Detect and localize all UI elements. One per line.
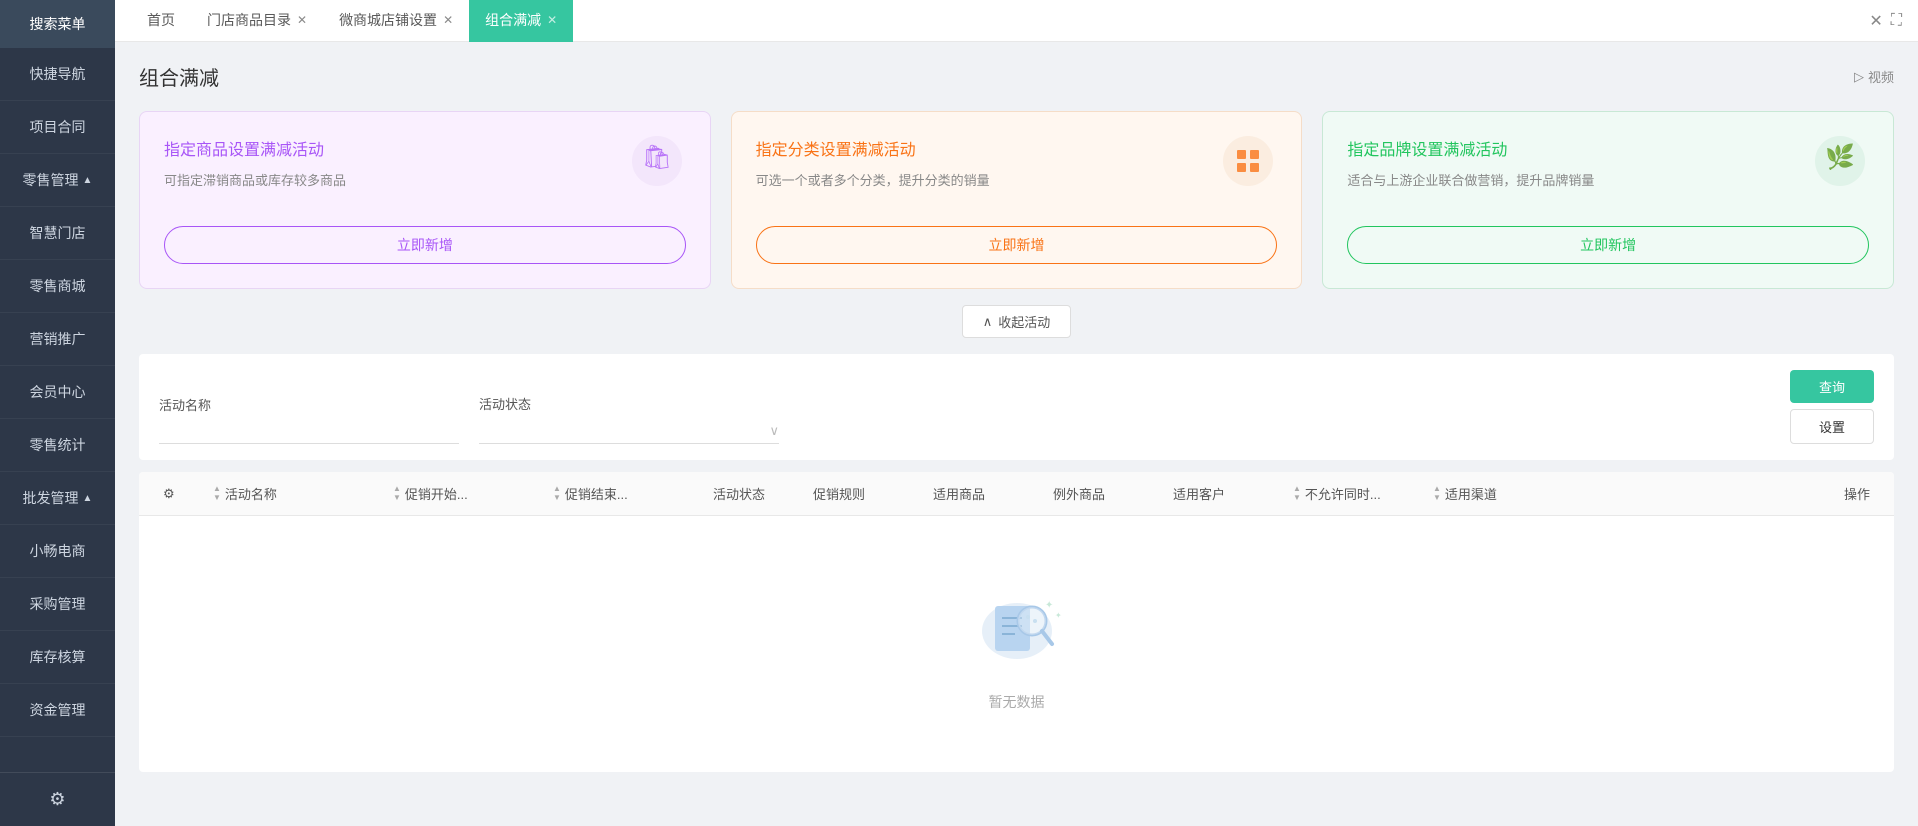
wholesale-mgmt-arrow: ▲ bbox=[83, 493, 93, 504]
table-settings-icon: ⚙ bbox=[163, 486, 175, 502]
category-card-desc: 可选一个或者多个分类，提升分类的销量 bbox=[756, 170, 1278, 206]
close-window-button[interactable]: ✕ bbox=[1869, 11, 1882, 31]
goods-promo-card: 指定商品设置满减活动 可指定滞销商品或库存较多商品 🛍 立即新增 bbox=[139, 111, 711, 289]
goods-card-add-button[interactable]: 立即新增 bbox=[164, 226, 686, 264]
sidebar-item-wholesale-mgmt[interactable]: 批发管理 ▲ bbox=[0, 472, 115, 525]
settings-icon[interactable]: ⚙ bbox=[49, 789, 65, 809]
activity-status-label: 活动状态 bbox=[479, 394, 779, 413]
sort-arrows-start[interactable]: ▲▼ bbox=[393, 485, 401, 502]
th-name: ▲▼ 活动名称 bbox=[205, 484, 385, 503]
collapse-label: 收起活动 bbox=[998, 312, 1050, 331]
tab-wechat-store-settings[interactable]: 微商城店铺设置 ✕ bbox=[323, 0, 469, 42]
sidebar-item-xiaochang-ecom[interactable]: 小畅电商 bbox=[0, 525, 115, 578]
svg-text:🛍: 🛍 bbox=[641, 144, 671, 171]
video-link[interactable]: ▷ 视频 bbox=[1854, 67, 1894, 86]
th-except: 例外商品 bbox=[1045, 484, 1165, 503]
activity-name-input[interactable] bbox=[159, 420, 459, 444]
table-section: ⚙ ▲▼ 活动名称 ▲▼ 促销开始... ▲▼ bbox=[139, 472, 1894, 772]
sort-arrows-end[interactable]: ▲▼ bbox=[553, 485, 561, 502]
th-status: 活动状态 bbox=[705, 484, 805, 503]
query-button[interactable]: 查询 bbox=[1790, 370, 1874, 403]
tab-wechat-store-settings-close[interactable]: ✕ bbox=[443, 13, 453, 27]
page-title: 组合满减 bbox=[139, 62, 219, 91]
th-no-stack: ▲▼ 不允许同时... bbox=[1285, 484, 1425, 503]
search-actions: 查询 设置 bbox=[1790, 370, 1874, 444]
tab-combo-discount-close[interactable]: ✕ bbox=[547, 13, 557, 27]
th-gear[interactable]: ⚙ bbox=[155, 486, 205, 502]
empty-state: ✦ ✦ 暂无数据 bbox=[139, 516, 1894, 772]
tab-store-catalog-close[interactable]: ✕ bbox=[297, 13, 307, 27]
sort-arrows-name[interactable]: ▲▼ bbox=[213, 485, 221, 502]
sidebar-item-retail-mgmt[interactable]: 零售管理 ▲ bbox=[0, 154, 115, 207]
brand-card-title: 指定品牌设置满减活动 bbox=[1347, 136, 1869, 160]
th-ops: 操作 bbox=[1565, 484, 1878, 503]
sidebar-item-fund-mgmt[interactable]: 资金管理 bbox=[0, 684, 115, 737]
sidebar-item-inventory-calc[interactable]: 库存核算 bbox=[0, 631, 115, 684]
main-content: 首页 门店商品目录 ✕ 微商城店铺设置 ✕ 组合满减 ✕ ✕ ⛶ 组合满减 ▷ … bbox=[115, 0, 1918, 826]
brand-card-add-button[interactable]: 立即新增 bbox=[1347, 226, 1869, 264]
brand-promo-card: 指定品牌设置满减活动 适合与上游企业联合做营销，提升品牌销量 🌿 立即新增 bbox=[1322, 111, 1894, 289]
cards-section: 指定商品设置满减活动 可指定滞销商品或库存较多商品 🛍 立即新增 指定分类设置满… bbox=[139, 111, 1894, 289]
empty-text: 暂无数据 bbox=[989, 692, 1045, 712]
search-bar: 活动名称 活动状态 ∨ 查询 设置 bbox=[139, 354, 1894, 460]
svg-text:🌿: 🌿 bbox=[1825, 143, 1855, 171]
page-content: 组合满减 ▷ 视频 指定商品设置满减活动 可指定滞销商品或库存较多商品 🛍 立即… bbox=[115, 42, 1918, 826]
collapse-icon: ∧ bbox=[983, 314, 993, 330]
th-start: ▲▼ 促销开始... bbox=[385, 484, 545, 503]
tab-store-catalog[interactable]: 门店商品目录 ✕ bbox=[191, 0, 323, 42]
sort-arrows-channel[interactable]: ▲▼ bbox=[1433, 485, 1441, 502]
sidebar: 搜索菜单 快捷导航 项目合同 零售管理 ▲ 智慧门店 零售商城 营销推广 会员中… bbox=[0, 0, 115, 826]
category-card-title: 指定分类设置满减活动 bbox=[756, 136, 1278, 160]
sort-arrows-nostack[interactable]: ▲▼ bbox=[1293, 485, 1301, 502]
sidebar-item-marketing[interactable]: 营销推广 bbox=[0, 313, 115, 366]
sidebar-item-member-center[interactable]: 会员中心 bbox=[0, 366, 115, 419]
category-card-icon bbox=[1223, 136, 1273, 195]
chevron-down-icon: ∨ bbox=[769, 423, 779, 439]
th-goods: 适用商品 bbox=[925, 484, 1045, 503]
empty-icon: ✦ ✦ bbox=[957, 576, 1077, 676]
activity-name-label: 活动名称 bbox=[159, 395, 459, 414]
fullscreen-button[interactable]: ⛶ bbox=[1891, 11, 1902, 31]
activity-name-field: 活动名称 bbox=[159, 395, 459, 444]
page-header: 组合满减 ▷ 视频 bbox=[139, 62, 1894, 91]
category-card-add-button[interactable]: 立即新增 bbox=[756, 226, 1278, 264]
th-rule: 促销规则 bbox=[805, 484, 925, 503]
sidebar-item-retail-stats[interactable]: 零售统计 bbox=[0, 419, 115, 472]
collapse-row: ∧ 收起活动 bbox=[139, 305, 1894, 338]
tab-combo-discount[interactable]: 组合满减 ✕ bbox=[469, 0, 573, 42]
table-header: ⚙ ▲▼ 活动名称 ▲▼ 促销开始... ▲▼ bbox=[139, 472, 1894, 516]
play-icon: ▷ bbox=[1854, 69, 1864, 85]
collapse-button[interactable]: ∧ 收起活动 bbox=[962, 305, 1072, 338]
activity-status-field: 活动状态 ∨ bbox=[479, 394, 779, 444]
sidebar-item-quick-nav[interactable]: 快捷导航 bbox=[0, 48, 115, 101]
goods-card-title: 指定商品设置满减活动 bbox=[164, 136, 686, 160]
settings-button[interactable]: 设置 bbox=[1790, 409, 1874, 444]
sidebar-item-smart-store[interactable]: 智慧门店 bbox=[0, 207, 115, 260]
activity-status-select[interactable]: ∨ bbox=[479, 419, 779, 444]
sidebar-item-retail-mall[interactable]: 零售商城 bbox=[0, 260, 115, 313]
sidebar-item-purchase-mgmt[interactable]: 采购管理 bbox=[0, 578, 115, 631]
category-promo-card: 指定分类设置满减活动 可选一个或者多个分类，提升分类的销量 立即新增 bbox=[731, 111, 1303, 289]
th-customer: 适用客户 bbox=[1165, 484, 1285, 503]
sidebar-item-project-contract[interactable]: 项目合同 bbox=[0, 101, 115, 154]
retail-mgmt-arrow: ▲ bbox=[83, 175, 93, 186]
goods-card-desc: 可指定滞销商品或库存较多商品 bbox=[164, 170, 686, 206]
svg-text:✦: ✦ bbox=[1055, 611, 1062, 620]
goods-card-icon: 🛍 bbox=[632, 136, 682, 195]
brand-card-icon: 🌿 bbox=[1815, 136, 1865, 195]
th-channel: ▲▼ 适用渠道 bbox=[1425, 484, 1565, 503]
tab-bar: 首页 门店商品目录 ✕ 微商城店铺设置 ✕ 组合满减 ✕ ✕ ⛶ bbox=[115, 0, 1918, 42]
sidebar-bottom: ⚙ bbox=[0, 772, 115, 826]
brand-card-desc: 适合与上游企业联合做营销，提升品牌销量 bbox=[1347, 170, 1869, 206]
svg-text:✦: ✦ bbox=[1045, 600, 1053, 611]
th-end: ▲▼ 促销结束... bbox=[545, 484, 705, 503]
sidebar-search[interactable]: 搜索菜单 bbox=[0, 0, 115, 48]
tab-actions: ✕ ⛶ bbox=[1869, 11, 1902, 31]
tab-home[interactable]: 首页 bbox=[131, 0, 191, 42]
